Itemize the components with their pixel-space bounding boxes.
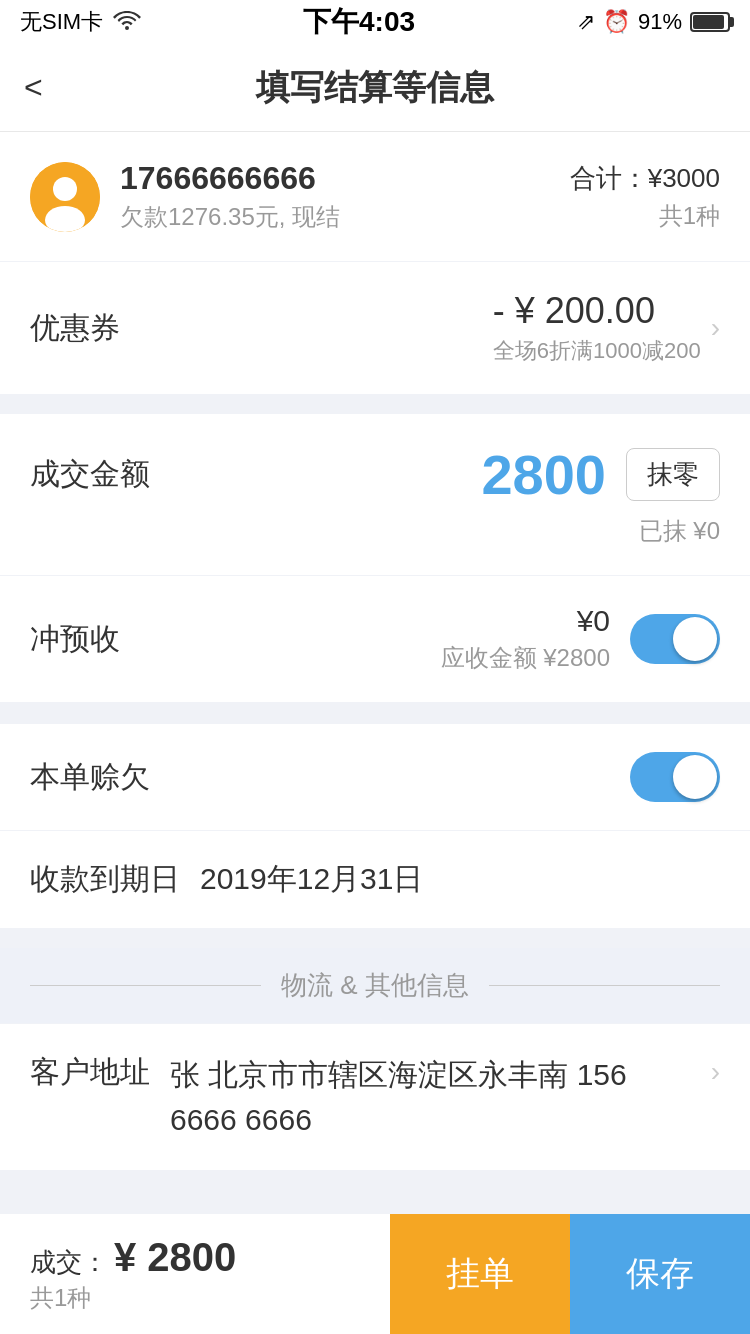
total-label: 合计：¥3000 [570,161,720,196]
deal-sub: 已抹 ¥0 [30,515,720,547]
status-left: 无SIM卡 [20,7,141,37]
separator-2 [0,702,750,722]
prepay-section: 冲预收 ¥0 应收金额 ¥2800 [0,576,750,702]
nav-bar: < 填写结算等信息 [0,44,750,132]
bottom-bar: 成交： ¥ 2800 共1种 挂单 保存 [0,1214,750,1334]
user-info: 17666666666 欠款1276.35元, 现结 [120,160,340,233]
logistics-text: 物流 & 其他信息 [281,968,469,1003]
bottom-info: 成交： ¥ 2800 共1种 [0,1235,390,1314]
user-section: 17666666666 欠款1276.35元, 现结 合计：¥3000 共1种 [0,132,750,261]
due-date: 2019年12月31日 [200,859,423,900]
battery-percent: 91% [638,9,682,35]
coupon-section[interactable]: 优惠券 - ¥ 200.00 全场6折满1000减200 › [0,262,750,394]
toggle-knob [673,617,717,661]
user-right: 合计：¥3000 共1种 [570,161,720,232]
back-button[interactable]: < [24,69,43,106]
deal-section: 成交金额 2800 抹零 已抹 ¥0 [0,414,750,575]
prepay-toggle[interactable] [630,614,720,664]
bottom-deal-amount: ¥ 2800 [114,1235,236,1280]
address-chevron-icon: › [711,1056,720,1088]
debt-toggle-knob [673,755,717,799]
svg-point-1 [53,177,77,201]
address-label: 客户地址 [30,1052,150,1093]
avatar [30,162,100,232]
content-area: 17666666666 欠款1276.35元, 现结 合计：¥3000 共1种 … [0,132,750,1334]
user-left: 17666666666 欠款1276.35元, 现结 [30,160,340,233]
status-bar: 无SIM卡 下午4:03 ⇗ ⏰ 91% [0,0,750,44]
deal-right: 2800 抹零 [481,442,720,507]
coupon-chevron-icon: › [711,312,720,344]
prepay-label: 冲预收 [30,619,120,660]
user-sub: 欠款1276.35元, 现结 [120,201,340,233]
prepay-sub: 应收金额 ¥2800 [441,642,610,674]
status-right: ⇗ ⏰ 91% [577,9,730,35]
round-off-button[interactable]: 抹零 [626,448,720,501]
carrier-label: 无SIM卡 [20,7,103,37]
prepay-amount: ¥0 应收金额 ¥2800 [441,604,610,674]
debt-section: 本单赊欠 [0,724,750,830]
total-count: 共1种 [570,200,720,232]
deal-row: 成交金额 2800 抹零 [30,442,720,507]
bottom-count: 共1种 [30,1282,360,1314]
user-phone: 17666666666 [120,160,340,197]
separator-1 [0,394,750,414]
bottom-deal-label: 成交： [30,1245,108,1280]
battery-icon [690,12,730,32]
coupon-detail: 全场6折满1000减200 [493,336,701,366]
location-icon: ⇗ [577,9,595,35]
divider-line-left [30,985,261,986]
divider-line-right [489,985,720,986]
due-section: 收款到期日 2019年12月31日 [0,831,750,928]
due-row: 收款到期日 2019年12月31日 [30,859,720,900]
debt-label: 本单赊欠 [30,757,150,798]
prepay-row: 冲预收 ¥0 应收金额 ¥2800 [30,604,720,674]
debt-toggle[interactable] [630,752,720,802]
prepay-right: ¥0 应收金额 ¥2800 [441,604,720,674]
deal-label: 成交金额 [30,454,150,495]
coupon-info: - ¥ 200.00 全场6折满1000减200 [493,290,701,366]
coupon-right: - ¥ 200.00 全场6折满1000减200 › [493,290,720,366]
deal-amount: 2800 [481,442,606,507]
coupon-label: 优惠券 [30,308,120,349]
save-button[interactable]: 保存 [570,1214,750,1334]
wifi-icon [113,8,141,36]
prepay-value: ¥0 [441,604,610,638]
page-title: 填写结算等信息 [256,65,494,111]
logistics-section: 物流 & 其他信息 [0,948,750,1023]
hang-button[interactable]: 挂单 [390,1214,570,1334]
address-content: 张 北京市市辖区海淀区永丰南 156 6666 6666 [170,1052,701,1142]
address-section[interactable]: 客户地址 张 北京市市辖区海淀区永丰南 156 6666 6666 › [0,1024,750,1170]
logistics-divider: 物流 & 其他信息 [30,968,720,1003]
coupon-discount: - ¥ 200.00 [493,290,701,332]
alarm-icon: ⏰ [603,9,630,35]
due-label: 收款到期日 [30,859,180,900]
status-time: 下午4:03 [303,3,415,41]
